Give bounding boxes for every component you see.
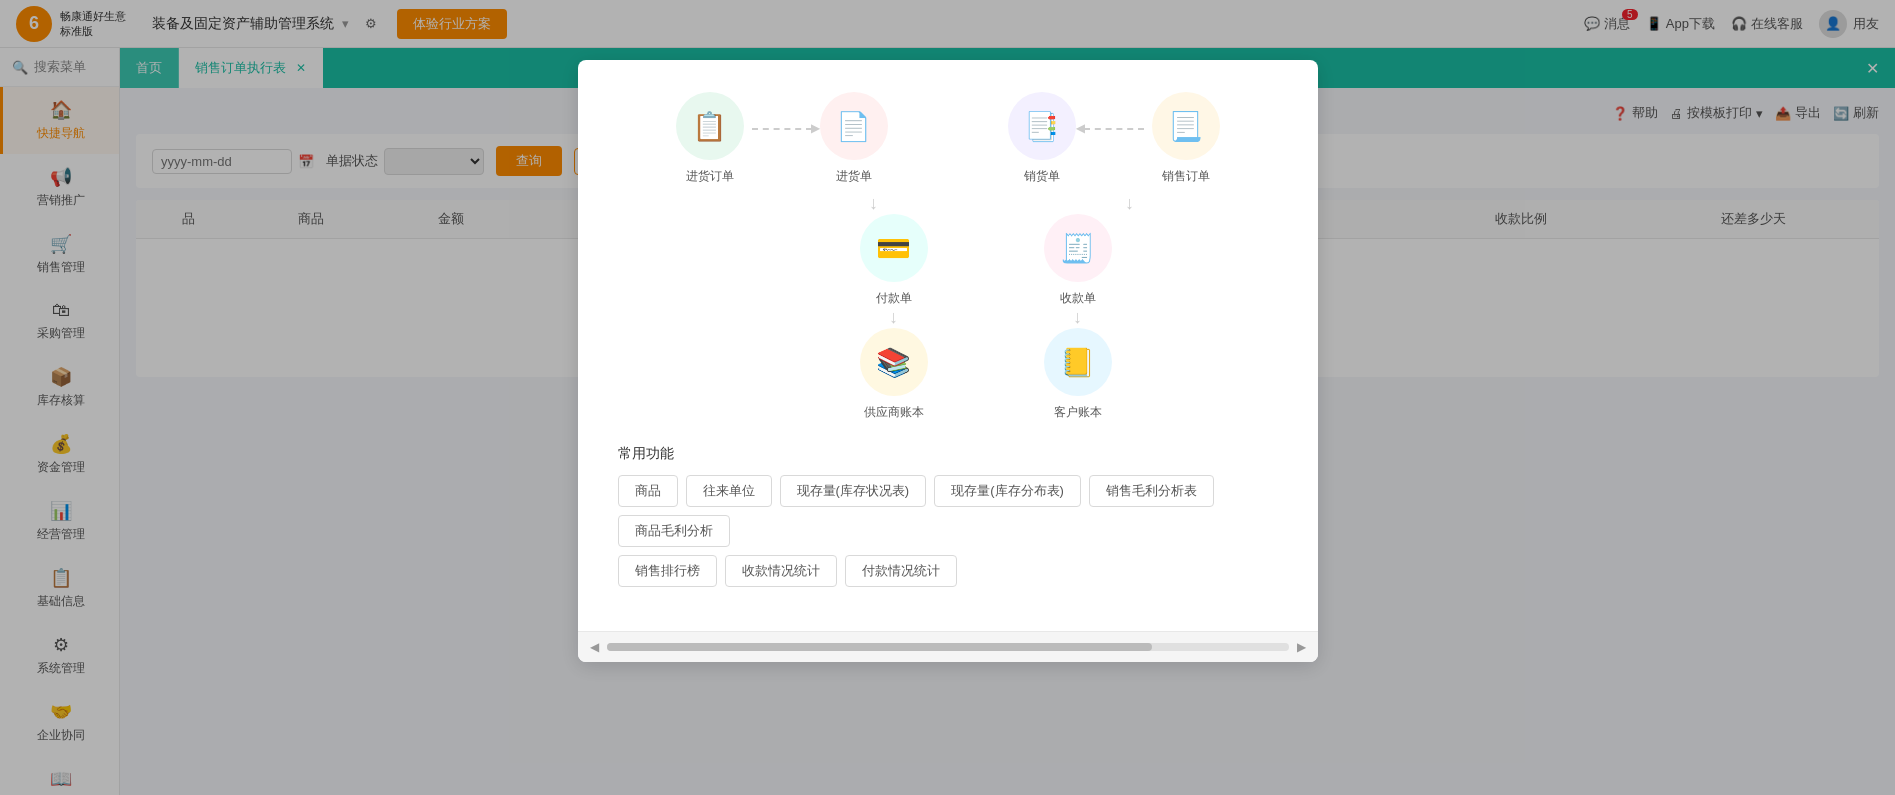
down-arrow-purchase: ↓ (840, 193, 908, 214)
flow-node-customer-ledger[interactable]: 📒 客户账本 (1044, 328, 1112, 421)
sales-label: 销货单 (1024, 168, 1060, 185)
down-arrow-payment: ↓ (860, 307, 928, 328)
purchase-order-label: 进货订单 (686, 168, 734, 185)
scrollbar-thumb (607, 643, 1153, 651)
customer-ledger-label: 客户账本 (1054, 404, 1102, 421)
spacer (908, 193, 1096, 214)
flow-row-3: 📚 供应商账本 📒 客户账本 (618, 328, 1278, 421)
flow-node-payment[interactable]: 💳 付款单 (860, 214, 928, 307)
func-btn-payment-stats[interactable]: 付款情况统计 (845, 555, 957, 587)
receipt-icon: 🧾 (1044, 214, 1112, 282)
flow-node-receipt[interactable]: 🧾 收款单 (1044, 214, 1112, 307)
flow-row-2: 💳 付款单 🧾 收款单 (618, 214, 1278, 307)
func-btn-sales-rank[interactable]: 销售排行榜 (618, 555, 717, 587)
common-functions-title: 常用功能 (618, 445, 1278, 463)
spacer5 (928, 307, 1044, 328)
arrow-2 (1084, 128, 1144, 130)
func-btn-product[interactable]: 商品 (618, 475, 678, 507)
func-buttons-row-1: 商品 往来单位 现存量(库存状况表) 现存量(库存分布表) 销售毛利分析表 商品… (618, 475, 1278, 547)
payment-icon: 💳 (860, 214, 928, 282)
purchase-label: 进货单 (836, 168, 872, 185)
func-btn-stock-dist[interactable]: 现存量(库存分布表) (934, 475, 1081, 507)
func-btn-sales-gross[interactable]: 销售毛利分析表 (1089, 475, 1214, 507)
sales-order-label: 销售订单 (1162, 168, 1210, 185)
flow-node-sales-order[interactable]: 📃 销售订单 (1152, 92, 1220, 185)
func-btn-receipt-stats[interactable]: 收款情况统计 (725, 555, 837, 587)
flow-node-purchase[interactable]: 📄 进货单 (820, 92, 888, 185)
down-arrow-sales: ↓ (1096, 193, 1164, 214)
modal-body: 📋 进货订单 📄 进货单 (578, 60, 1318, 631)
scroll-left-btn[interactable]: ◀ (590, 640, 599, 654)
payment-label: 付款单 (876, 290, 912, 307)
flow-node-supplier-ledger[interactable]: 📚 供应商账本 (860, 328, 928, 421)
common-functions-section: 常用功能 商品 往来单位 现存量(库存状况表) 现存量(库存分布表) 销售毛利分… (618, 445, 1278, 587)
flow-row-1: 📋 进货订单 📄 进货单 (618, 92, 1278, 185)
func-btn-partners[interactable]: 往来单位 (686, 475, 772, 507)
down-arrows-row: ↓ ↓ (618, 193, 1278, 214)
flow-modal: 📋 进货订单 📄 进货单 (578, 60, 1318, 662)
customer-ledger-icon: 📒 (1044, 328, 1112, 396)
supplier-ledger-label: 供应商账本 (864, 404, 924, 421)
down-arrows-row-2: ↓ ↓ (618, 307, 1278, 328)
func-buttons-row-2: 销售排行榜 收款情况统计 付款情况统计 (618, 555, 1278, 587)
arrow-1 (752, 128, 812, 130)
receipt-label: 收款单 (1060, 290, 1096, 307)
modal-overlay[interactable]: 📋 进货订单 📄 进货单 (0, 0, 1895, 795)
spacer4 (784, 307, 860, 328)
scroll-right-btn[interactable]: ▶ (1297, 640, 1306, 654)
dashed-arrow-2 (1084, 128, 1144, 130)
purchase-icon: 📄 (820, 92, 888, 160)
dashed-arrow-1 (752, 128, 812, 130)
down-arrow-receipt: ↓ (1044, 307, 1112, 328)
flow-node-sales[interactable]: 📑 销货单 (1008, 92, 1076, 185)
func-btn-product-gross[interactable]: 商品毛利分析 (618, 515, 730, 547)
supplier-ledger-icon: 📚 (860, 328, 928, 396)
scrollbar-track (607, 643, 1289, 651)
modal-scrollbar: ◀ ▶ (578, 631, 1318, 662)
purchase-order-icon: 📋 (676, 92, 744, 160)
func-btn-stock-status[interactable]: 现存量(库存状况表) (780, 475, 927, 507)
flow-node-purchase-order[interactable]: 📋 进货订单 (676, 92, 744, 185)
flow-diagram-container: 📋 进货订单 📄 进货单 (618, 92, 1278, 421)
sales-icon: 📑 (1008, 92, 1076, 160)
sales-order-icon: 📃 (1152, 92, 1220, 160)
